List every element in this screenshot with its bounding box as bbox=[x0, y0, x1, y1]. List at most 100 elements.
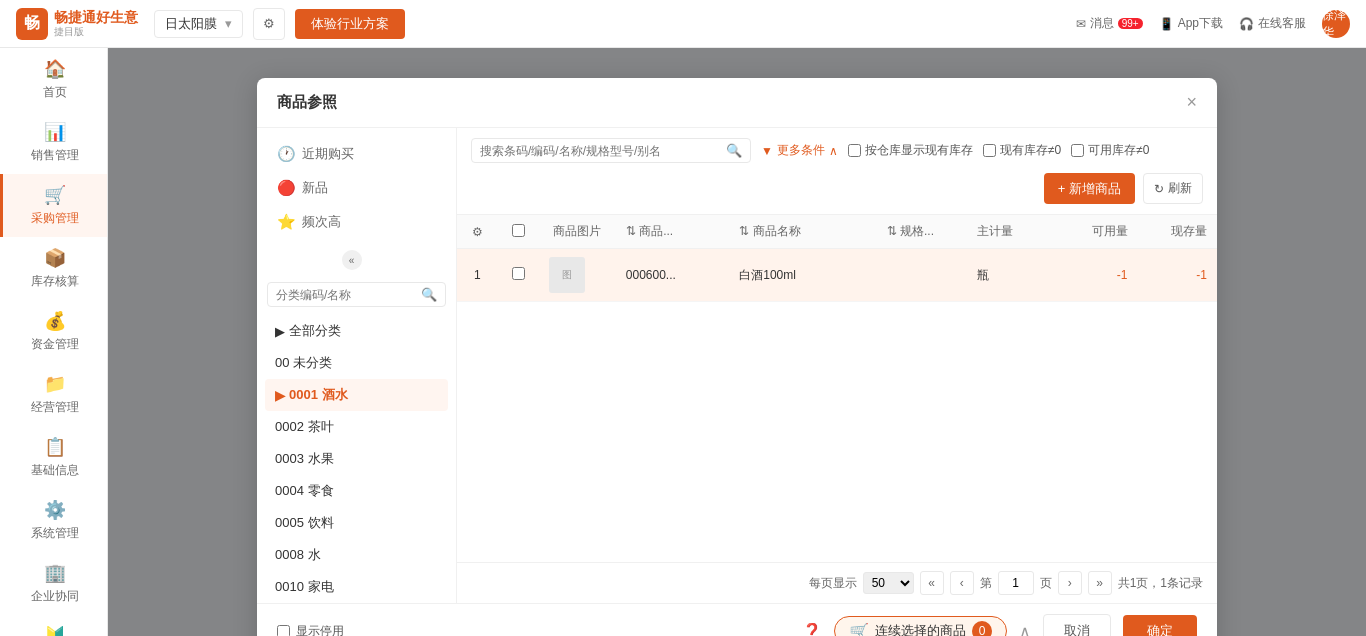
category-search-icon[interactable]: 🔍 bbox=[421, 287, 437, 302]
show-disabled-checkbox[interactable] bbox=[277, 625, 290, 637]
pagination-bar: 每页显示 50 10 20 100 « ‹ 第 页 › » bbox=[457, 562, 1217, 603]
sort-icon: ⇅ bbox=[626, 224, 636, 238]
col-name-label: 商品名称 bbox=[753, 224, 801, 238]
row-code-cell: 000600... bbox=[616, 249, 729, 302]
sidebar-item-home[interactable]: 🏠 首页 bbox=[0, 48, 107, 111]
col-code-label: 商品... bbox=[639, 224, 673, 238]
category-label: 0002 茶叶 bbox=[275, 418, 334, 436]
product-search-input[interactable] bbox=[480, 144, 726, 158]
finance-icon: 💰 bbox=[44, 310, 66, 332]
col-header-code[interactable]: ⇅ 商品... bbox=[616, 215, 729, 249]
expand-icon: ▶ bbox=[275, 324, 285, 339]
sidebar: 🏠 首页 📊 销售管理 🛒 采购管理 📦 库存核算 💰 资金管理 📁 经营管理 … bbox=[0, 48, 108, 636]
category-label: 0008 水 bbox=[275, 546, 321, 564]
star-icon: ⭐ bbox=[277, 213, 296, 231]
new-icon: 🔴 bbox=[277, 179, 296, 197]
checkbox-stock-nonzero[interactable]: 现有库存≠0 bbox=[983, 142, 1061, 159]
col-header-spec[interactable]: ⇅ 规格... bbox=[877, 215, 968, 249]
next-page-button[interactable]: › bbox=[1058, 571, 1082, 595]
app-download-button[interactable]: 📱 App下载 bbox=[1159, 15, 1223, 32]
modal-close-button[interactable]: × bbox=[1186, 92, 1197, 113]
category-label: 0003 水果 bbox=[275, 450, 334, 468]
settings-button[interactable]: ⚙ bbox=[253, 8, 285, 40]
category-item-0010[interactable]: 0010 家电 bbox=[265, 571, 448, 603]
experience-button[interactable]: 体验行业方案 bbox=[295, 9, 405, 39]
sidebar-item-label: 系统管理 bbox=[31, 525, 79, 542]
add-product-button[interactable]: + 新增商品 bbox=[1044, 173, 1135, 204]
fold-cart-button[interactable]: ∧ bbox=[1019, 622, 1031, 637]
product-unit: 瓶 bbox=[977, 268, 989, 282]
confirm-button[interactable]: 确定 bbox=[1123, 615, 1197, 636]
category-search-input[interactable] bbox=[276, 288, 421, 302]
clock-icon: 🕐 bbox=[277, 145, 296, 163]
sidebar-item-basic-info[interactable]: 📋 基础信息 bbox=[0, 426, 107, 489]
app-label: App下载 bbox=[1178, 15, 1223, 32]
user-avatar[interactable]: 徐泽华 bbox=[1322, 10, 1350, 38]
checkbox-show-warehouse[interactable]: 按仓库显示现有库存 bbox=[848, 142, 973, 159]
cancel-button[interactable]: 取消 bbox=[1043, 614, 1111, 636]
product-search-icon[interactable]: 🔍 bbox=[726, 143, 742, 158]
last-page-button[interactable]: » bbox=[1088, 571, 1112, 595]
message-button[interactable]: ✉ 消息 99+ bbox=[1076, 15, 1143, 32]
sidebar-item-sales[interactable]: 📊 销售管理 bbox=[0, 111, 107, 174]
product-available: -1 bbox=[1117, 268, 1128, 282]
table-row[interactable]: 1 图 bbox=[457, 249, 1217, 302]
help-icon[interactable]: ❓ bbox=[802, 622, 822, 637]
sidebar-item-inventory[interactable]: 📦 库存核算 bbox=[0, 237, 107, 300]
store-selector[interactable]: 日太阳膜 ▾ bbox=[154, 10, 243, 38]
collapse-panel-button[interactable]: « bbox=[342, 250, 362, 270]
cart-selection-area[interactable]: 🛒 连续选择的商品 0 bbox=[834, 616, 1007, 636]
show-disabled-checkbox-label[interactable]: 显示停用 bbox=[277, 623, 344, 637]
col-header-available[interactable]: 可用量 bbox=[1047, 215, 1138, 249]
high-frequency-tab[interactable]: ⭐ 频次高 bbox=[267, 206, 446, 238]
refresh-button[interactable]: ↻ 刷新 bbox=[1143, 173, 1203, 204]
page-number-input[interactable] bbox=[998, 571, 1034, 595]
inventory-icon: 📦 bbox=[44, 247, 66, 269]
category-item-0003[interactable]: 0003 水果 bbox=[265, 443, 448, 475]
checkbox-available-nonzero[interactable]: 可用库存≠0 bbox=[1071, 142, 1149, 159]
recent-purchase-tab[interactable]: 🕐 近期购买 bbox=[267, 138, 446, 170]
category-item-0008[interactable]: 0008 水 bbox=[265, 539, 448, 571]
category-item-0002[interactable]: 0002 茶叶 bbox=[265, 411, 448, 443]
product-name: 白酒100ml bbox=[739, 268, 796, 282]
sales-icon: 📊 bbox=[44, 121, 66, 143]
row-index: 1 bbox=[457, 249, 498, 302]
new-product-tab[interactable]: 🔴 新品 bbox=[267, 172, 446, 204]
sidebar-item-finance[interactable]: 💰 资金管理 bbox=[0, 300, 107, 363]
sidebar-item-purchase[interactable]: 🛒 采购管理 bbox=[0, 174, 107, 237]
sidebar-item-guide[interactable]: 🔰 新手引导 bbox=[0, 615, 107, 636]
sidebar-item-label: 基础信息 bbox=[31, 462, 79, 479]
sidebar-item-enterprise[interactable]: 🏢 企业协同 bbox=[0, 552, 107, 615]
modal-title: 商品参照 bbox=[277, 93, 337, 112]
quick-tabs: 🕐 近期购买 🔴 新品 ⭐ 频次高 bbox=[257, 138, 456, 238]
page-size-select[interactable]: 50 10 20 100 bbox=[863, 572, 914, 594]
category-item-all[interactable]: ▶ 全部分类 bbox=[265, 315, 448, 347]
more-filter-button[interactable]: ▼ 更多条件 ∧ bbox=[761, 142, 838, 159]
category-item-00[interactable]: 00 未分类 bbox=[265, 347, 448, 379]
tab-label: 近期购买 bbox=[302, 145, 354, 163]
category-search-box: 🔍 bbox=[267, 282, 446, 307]
category-item-0005[interactable]: 0005 饮料 bbox=[265, 507, 448, 539]
stock-nonzero-checkbox-input[interactable] bbox=[983, 144, 996, 157]
purchase-icon: 🛒 bbox=[44, 184, 66, 206]
available-nonzero-checkbox-input[interactable] bbox=[1071, 144, 1084, 157]
first-page-button[interactable]: « bbox=[920, 571, 944, 595]
col-header-unit[interactable]: 主计量 bbox=[967, 215, 1046, 249]
sidebar-item-label: 首页 bbox=[43, 84, 67, 101]
prev-page-button[interactable]: ‹ bbox=[950, 571, 974, 595]
col-header-name[interactable]: ⇅ 商品名称 bbox=[729, 215, 876, 249]
online-service-button[interactable]: 🎧 在线客服 bbox=[1239, 15, 1306, 32]
warehouse-checkbox-input[interactable] bbox=[848, 144, 861, 157]
select-all-checkbox[interactable] bbox=[512, 224, 525, 237]
sidebar-item-system[interactable]: ⚙️ 系统管理 bbox=[0, 489, 107, 552]
cart-label: 连续选择的商品 bbox=[875, 622, 966, 636]
col-header-img: 商品图片 bbox=[539, 215, 616, 249]
headset-icon: 🎧 bbox=[1239, 17, 1254, 31]
stock-nonzero-label: 现有库存≠0 bbox=[1000, 142, 1061, 159]
sidebar-item-business[interactable]: 📁 经营管理 bbox=[0, 363, 107, 426]
main-layout: 🏠 首页 📊 销售管理 🛒 采购管理 📦 库存核算 💰 资金管理 📁 经营管理 … bbox=[0, 48, 1366, 636]
category-item-0004[interactable]: 0004 零食 bbox=[265, 475, 448, 507]
row-checkbox[interactable] bbox=[512, 267, 525, 280]
settings-col-icon[interactable]: ⚙ bbox=[472, 225, 483, 239]
category-item-0001[interactable]: ▶ 0001 酒水 bbox=[265, 379, 448, 411]
